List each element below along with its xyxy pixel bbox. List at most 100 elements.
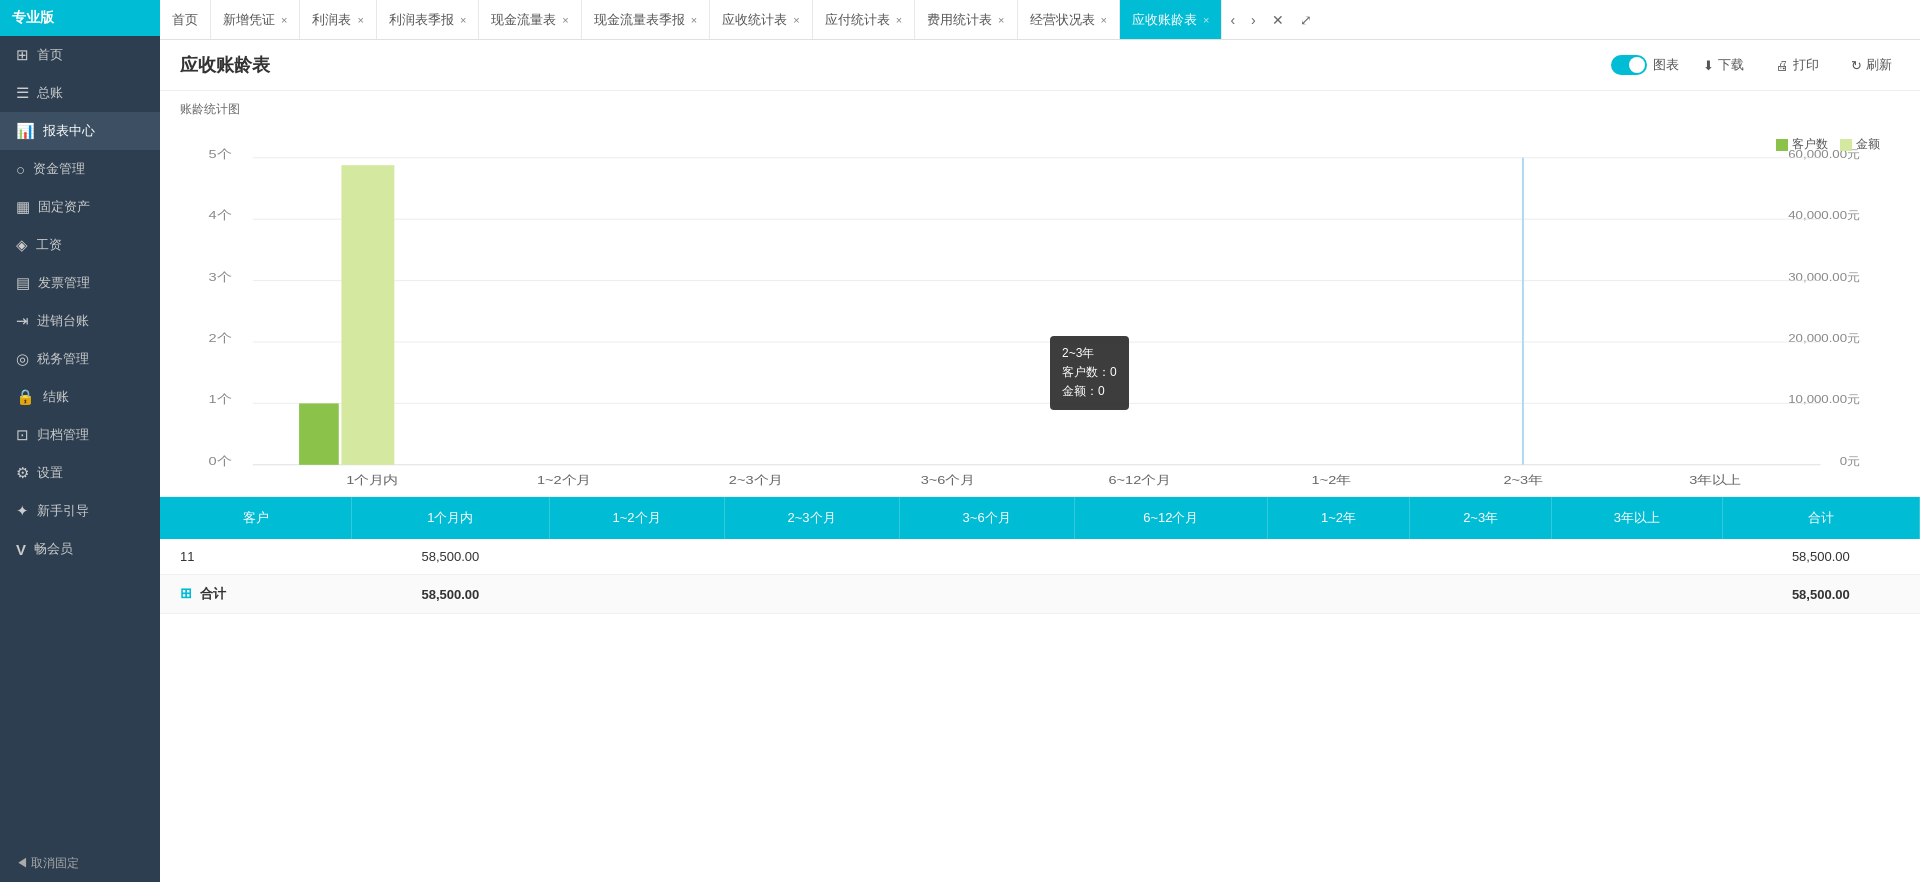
tab-expand-button[interactable]: ⤢ <box>1292 0 1320 39</box>
legend-customers-label: 客户数 <box>1792 136 1828 153</box>
total-total: 58,500.00 <box>1722 575 1919 614</box>
main-area: 首页 新增凭证 × 利润表 × 利润表季报 × 现金流量表 × 现金流量表季报 … <box>160 0 1920 882</box>
funds-icon: ○ <box>16 161 25 178</box>
tab-ar-aging[interactable]: 应收账龄表 × <box>1120 0 1222 39</box>
chart-wrap: 客户数 金额 0个 1个 2个 3个 4个 5个 <box>180 126 1900 486</box>
sidebar-item-invoice[interactable]: ▤ 发票管理 <box>0 264 160 302</box>
tab-close-cashflow[interactable]: × <box>562 14 568 26</box>
print-icon: 🖨 <box>1776 58 1789 73</box>
sidebar-item-reports[interactable]: 📊 报表中心 <box>0 112 160 150</box>
tab-home[interactable]: 首页 <box>160 0 211 39</box>
sidebar-item-assets[interactable]: ▦ 固定资产 <box>0 188 160 226</box>
ledger-icon: ☰ <box>16 84 29 102</box>
cell-y23 <box>1410 539 1552 575</box>
refresh-button[interactable]: ↻ 刷新 <box>1843 52 1900 78</box>
tab-next-button[interactable]: › <box>1243 0 1264 39</box>
svg-text:5个: 5个 <box>208 147 230 160</box>
sidebar-item-label: 首页 <box>37 46 63 64</box>
sidebar-item-label: 税务管理 <box>37 350 89 368</box>
chart-svg: 0个 1个 2个 3个 4个 5个 0元 10,000.00元 20,000.0… <box>180 126 1900 486</box>
total-m1: 58,500.00 <box>352 575 549 614</box>
table-header-row: 客户 1个月内 1~2个月 2~3个月 3~6个月 6~12个月 1~2年 2~… <box>160 497 1920 539</box>
content-area: 应收账龄表 图表 ⬇ 下载 🖨 打印 ↻ 刷新 <box>160 40 1920 882</box>
sidebar-item-ledger[interactable]: ☰ 总账 <box>0 74 160 112</box>
cell-y3plus <box>1552 539 1722 575</box>
tab-close-all-button[interactable]: ✕ <box>1264 0 1292 39</box>
tab-ar-stat[interactable]: 应收统计表 × <box>710 0 812 39</box>
svg-text:30,000.00元: 30,000.00元 <box>1788 271 1860 283</box>
total-y3plus <box>1552 575 1722 614</box>
tab-cashflow-q[interactable]: 现金流量表季报 × <box>582 0 710 39</box>
sidebar: 专业版 ⊞ 首页 ☰ 总账 📊 报表中心 ○ 资金管理 ▦ 固定资产 ◈ 工资 … <box>0 0 160 882</box>
svg-text:3年以上: 3年以上 <box>1689 473 1740 486</box>
tab-prev-button[interactable]: ‹ <box>1222 0 1243 39</box>
col-m612: 6~12个月 <box>1074 497 1267 539</box>
member-icon: V <box>16 541 26 558</box>
sidebar-item-purchase[interactable]: ⇥ 进销台账 <box>0 302 160 340</box>
sidebar-item-tax[interactable]: ◎ 税务管理 <box>0 340 160 378</box>
chart-toggle-wrap: 图表 <box>1611 55 1679 75</box>
cell-m12 <box>549 539 724 575</box>
table-row: 11 58,500.00 58,500.00 <box>160 539 1920 575</box>
svg-text:3个: 3个 <box>208 270 230 283</box>
total-icon: ⊞ <box>180 585 192 601</box>
chart-toggle[interactable] <box>1611 55 1647 75</box>
tab-close-ops[interactable]: × <box>1101 14 1107 26</box>
tab-voucher[interactable]: 新增凭证 × <box>211 0 300 39</box>
col-m12: 1~2个月 <box>549 497 724 539</box>
sidebar-item-label: 报表中心 <box>43 122 95 140</box>
page-title: 应收账龄表 <box>180 53 270 77</box>
print-button[interactable]: 🖨 打印 <box>1768 52 1827 78</box>
sidebar-item-closing[interactable]: 🔒 结账 <box>0 378 160 416</box>
col-y3plus: 3年以上 <box>1552 497 1722 539</box>
cell-m612 <box>1074 539 1267 575</box>
total-m36 <box>899 575 1074 614</box>
tab-profit[interactable]: 利润表 × <box>300 0 376 39</box>
sidebar-item-member[interactable]: V 畅会员 <box>0 530 160 568</box>
sidebar-item-home[interactable]: ⊞ 首页 <box>0 36 160 74</box>
total-m23 <box>724 575 899 614</box>
sidebar-item-label: 发票管理 <box>38 274 90 292</box>
tab-ap-stat[interactable]: 应付统计表 × <box>813 0 915 39</box>
download-label: 下载 <box>1718 56 1744 74</box>
svg-text:1个: 1个 <box>208 393 230 406</box>
sidebar-toggle-pin[interactable]: ◀ 取消固定 <box>0 845 160 882</box>
invoice-icon: ▤ <box>16 274 30 292</box>
tab-profit-q[interactable]: 利润表季报 × <box>377 0 479 39</box>
svg-text:1个月内: 1个月内 <box>346 473 397 486</box>
tab-expense[interactable]: 费用统计表 × <box>915 0 1017 39</box>
tab-close-expense[interactable]: × <box>998 14 1004 26</box>
sidebar-item-label: 新手引导 <box>37 502 89 520</box>
sidebar-item-settings[interactable]: ⚙ 设置 <box>0 454 160 492</box>
bar-m1-amount <box>341 165 394 465</box>
svg-text:0个: 0个 <box>208 454 230 467</box>
tab-close-cashflow-q[interactable]: × <box>691 14 697 26</box>
legend-customers: 客户数 <box>1776 136 1828 153</box>
sidebar-item-label: 资金管理 <box>33 160 85 178</box>
col-customer: 客户 <box>160 497 352 539</box>
tab-close-ar-aging[interactable]: × <box>1203 14 1209 26</box>
download-button[interactable]: ⬇ 下载 <box>1695 52 1752 78</box>
tab-close-ar-stat[interactable]: × <box>793 14 799 26</box>
sidebar-item-archive[interactable]: ⊡ 归档管理 <box>0 416 160 454</box>
tab-close-profit-q[interactable]: × <box>460 14 466 26</box>
tab-ops[interactable]: 经营状况表 × <box>1018 0 1120 39</box>
sidebar-item-guide[interactable]: ✦ 新手引导 <box>0 492 160 530</box>
sidebar-item-salary[interactable]: ◈ 工资 <box>0 226 160 264</box>
refresh-label: 刷新 <box>1866 56 1892 74</box>
tab-cashflow[interactable]: 现金流量表 × <box>479 0 581 39</box>
purchase-icon: ⇥ <box>16 312 29 330</box>
tab-close-ap-stat[interactable]: × <box>896 14 902 26</box>
tab-close-voucher[interactable]: × <box>281 14 287 26</box>
legend-amount: 金额 <box>1840 136 1880 153</box>
sidebar-item-funds[interactable]: ○ 资金管理 <box>0 150 160 188</box>
sidebar-logo: 专业版 <box>0 0 160 36</box>
sidebar-item-label: 畅会员 <box>34 540 73 558</box>
archive-icon: ⊡ <box>16 426 29 444</box>
total-m612 <box>1074 575 1267 614</box>
total-y23 <box>1410 575 1552 614</box>
page-header: 应收账龄表 图表 ⬇ 下载 🖨 打印 ↻ 刷新 <box>160 40 1920 91</box>
tab-close-profit[interactable]: × <box>357 14 363 26</box>
legend-amount-dot <box>1840 139 1852 151</box>
download-icon: ⬇ <box>1703 58 1714 73</box>
